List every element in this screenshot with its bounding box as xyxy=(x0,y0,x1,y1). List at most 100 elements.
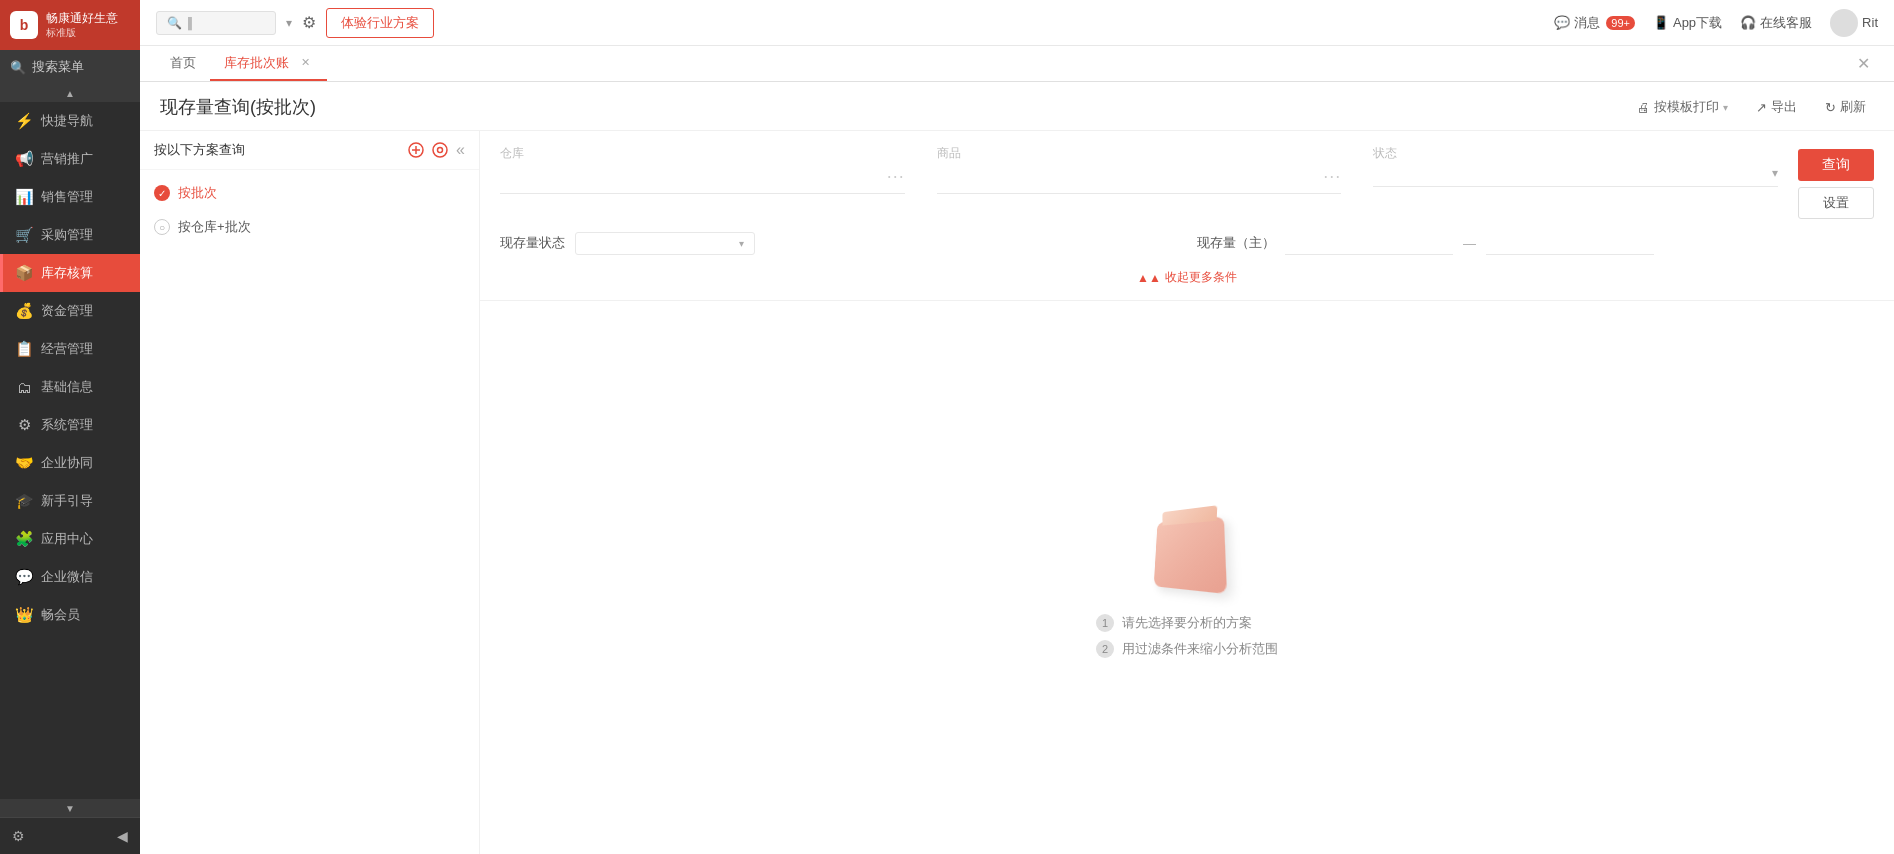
goods-input[interactable] xyxy=(937,169,1316,184)
inventory-qty-to[interactable] xyxy=(1486,231,1654,255)
topbar-dropdown-icon[interactable]: ▾ xyxy=(286,16,292,30)
app-logo: b xyxy=(10,11,38,39)
empty-state: 1 请先选择要分析的方案 2 用过滤条件来缩小分析范围 xyxy=(480,301,1894,854)
nav-label-newbie: 新手引导 xyxy=(41,492,93,510)
main-area: 🔍 ▌ ▾ ⚙ 体验行业方案 💬 消息 99+ 📱 App下载 🎧 在线客服 R… xyxy=(140,0,1894,854)
message-icon: 💬 xyxy=(1554,15,1570,30)
app-download-action[interactable]: 📱 App下载 xyxy=(1653,14,1722,32)
filter-dot-inactive: ○ xyxy=(154,219,170,235)
sidebar-item-enterprise[interactable]: 🤝 企业协同 xyxy=(0,444,140,482)
topbar-gear-icon[interactable]: ⚙ xyxy=(302,13,316,32)
search-icon: 🔍 xyxy=(167,16,182,30)
refresh-btn[interactable]: ↻ 刷新 xyxy=(1817,94,1874,120)
template-print-btn[interactable]: 🖨 按模板打印 ▾ xyxy=(1629,94,1736,120)
message-action[interactable]: 💬 消息 99+ xyxy=(1554,14,1635,32)
sidebar-item-marketing[interactable]: 📢 营销推广 xyxy=(0,140,140,178)
filter-add-btn[interactable] xyxy=(408,142,424,158)
nav-icon-enterprise: 🤝 xyxy=(15,454,33,472)
topbar-search[interactable]: 🔍 ▌ xyxy=(156,11,276,35)
goods-label: 商品 xyxy=(937,145,1342,162)
svg-point-3 xyxy=(433,143,447,157)
nav-icon-marketing: 📢 xyxy=(15,150,33,168)
nav-icon-member: 👑 xyxy=(15,606,33,624)
inventory-status-select[interactable]: ▾ xyxy=(575,232,755,255)
nav-icon-inventory: 📦 xyxy=(15,264,33,282)
right-panel-wrapper: 仓库 ··· 商品 ··· xyxy=(480,131,1894,854)
nav-icon-finance: 💰 xyxy=(15,302,33,320)
filter-collapse-btn[interactable]: « xyxy=(456,141,465,159)
sidebar-item-appstore[interactable]: 🧩 应用中心 xyxy=(0,520,140,558)
tip-num-1: 1 xyxy=(1096,614,1114,632)
warehouse-input[interactable] xyxy=(500,169,879,184)
sidebar: b 畅康通好生意 标准版 🔍 搜索菜单 ▲ ⚡ 快捷导航 📢 营销推广 📊 销售… xyxy=(0,0,140,854)
export-btn[interactable]: ↗ 导出 xyxy=(1748,94,1805,120)
empty-box-graphic xyxy=(1154,516,1227,594)
empty-tips: 1 请先选择要分析的方案 2 用过滤条件来缩小分析范围 xyxy=(1096,614,1278,658)
nav-label-purchase: 采购管理 xyxy=(41,226,93,244)
query-button[interactable]: 查询 xyxy=(1798,149,1874,181)
tab-panel-close-icon[interactable]: ✕ xyxy=(1849,54,1878,73)
filter-item-batch[interactable]: ✓ 按批次 xyxy=(140,176,479,210)
tab-close-icon[interactable]: ✕ xyxy=(297,55,313,71)
sidebar-footer: ⚙ ◀ xyxy=(0,817,140,854)
filter-item-warehouse-batch[interactable]: ○ 按仓库+批次 xyxy=(140,210,479,244)
nav-icon-newbie: 🎓 xyxy=(15,492,33,510)
headset-icon: 🎧 xyxy=(1740,15,1756,30)
svg-point-4 xyxy=(438,148,443,153)
nav-label-quicknav: 快捷导航 xyxy=(41,112,93,130)
tab-home[interactable]: 首页 xyxy=(156,46,210,81)
search-form: 仓库 ··· 商品 ··· xyxy=(480,131,1894,301)
online-service-action[interactable]: 🎧 在线客服 xyxy=(1740,14,1812,32)
nav-icon-wechat: 💬 xyxy=(15,568,33,586)
search-buttons: 查询 设置 xyxy=(1798,145,1874,219)
nav-label-wechat: 企业微信 xyxy=(41,568,93,586)
warehouse-label: 仓库 xyxy=(500,145,905,162)
sidebar-item-member[interactable]: 👑 畅会员 xyxy=(0,596,140,634)
inventory-status-label: 现存量状态 xyxy=(500,234,565,252)
settings-icon[interactable]: ⚙ xyxy=(12,828,25,844)
collapse-icon[interactable]: ◀ xyxy=(117,828,128,844)
topbar-right: 💬 消息 99+ 📱 App下载 🎧 在线客服 Rit xyxy=(1554,9,1878,37)
sidebar-item-operations[interactable]: 📋 经营管理 xyxy=(0,330,140,368)
sidebar-item-sales[interactable]: 📊 销售管理 xyxy=(0,178,140,216)
sidebar-item-system[interactable]: ⚙ 系统管理 xyxy=(0,406,140,444)
scroll-up-btn[interactable]: ▲ xyxy=(0,84,140,102)
sidebar-item-newbie[interactable]: 🎓 新手引导 xyxy=(0,482,140,520)
trial-button[interactable]: 体验行业方案 xyxy=(326,8,434,38)
filter-settings-btn[interactable] xyxy=(432,142,448,158)
sidebar-item-inventory[interactable]: 📦 库存核算 xyxy=(0,254,140,292)
nav-label-enterprise: 企业协同 xyxy=(41,454,93,472)
inventory-qty-from[interactable] xyxy=(1285,231,1453,255)
settings-button[interactable]: 设置 xyxy=(1798,187,1874,219)
nav-label-basic: 基础信息 xyxy=(41,378,93,396)
nav-label-sales: 销售管理 xyxy=(41,188,93,206)
sidebar-search[interactable]: 🔍 搜索菜单 xyxy=(0,50,140,84)
sidebar-item-quicknav[interactable]: ⚡ 快捷导航 xyxy=(0,102,140,140)
app-title: 畅康通好生意 标准版 xyxy=(46,11,118,40)
empty-icon xyxy=(1137,498,1237,598)
collapse-up-icon: ▲▲ xyxy=(1137,271,1161,285)
nav-label-operations: 经营管理 xyxy=(41,340,93,358)
nav-icon-basic: 🗂 xyxy=(15,379,33,396)
tab-batch[interactable]: 库存批次账 ✕ xyxy=(210,46,327,81)
warehouse-more-icon[interactable]: ··· xyxy=(887,166,905,187)
status-dropdown-icon[interactable]: ▾ xyxy=(1772,166,1778,180)
page-header-actions: 🖨 按模板打印 ▾ ↗ 导出 ↻ 刷新 xyxy=(1629,94,1874,120)
message-badge: 99+ xyxy=(1606,16,1635,30)
page-content: 现存量查询(按批次) 🖨 按模板打印 ▾ ↗ 导出 ↻ 刷新 xyxy=(140,82,1894,854)
print-dropdown-icon[interactable]: ▾ xyxy=(1723,102,1728,113)
export-icon: ↗ xyxy=(1756,100,1767,115)
sidebar-item-basic[interactable]: 🗂 基础信息 xyxy=(0,368,140,406)
user-profile[interactable]: Rit xyxy=(1830,9,1878,37)
sidebar-item-purchase[interactable]: 🛒 采购管理 xyxy=(0,216,140,254)
search-icon: 🔍 xyxy=(10,60,26,75)
topbar: 🔍 ▌ ▾ ⚙ 体验行业方案 💬 消息 99+ 📱 App下载 🎧 在线客服 R… xyxy=(140,0,1894,46)
sidebar-item-wechat[interactable]: 💬 企业微信 xyxy=(0,558,140,596)
collapse-row[interactable]: ▲▲ 收起更多条件 xyxy=(500,263,1874,292)
tabs-bar: 首页 库存批次账 ✕ ✕ xyxy=(140,46,1894,82)
sidebar-item-finance[interactable]: 💰 资金管理 xyxy=(0,292,140,330)
scroll-down-btn[interactable]: ▼ xyxy=(0,799,140,817)
nav-label-inventory: 库存核算 xyxy=(41,264,93,282)
goods-more-icon[interactable]: ··· xyxy=(1323,166,1341,187)
tip-num-2: 2 xyxy=(1096,640,1114,658)
